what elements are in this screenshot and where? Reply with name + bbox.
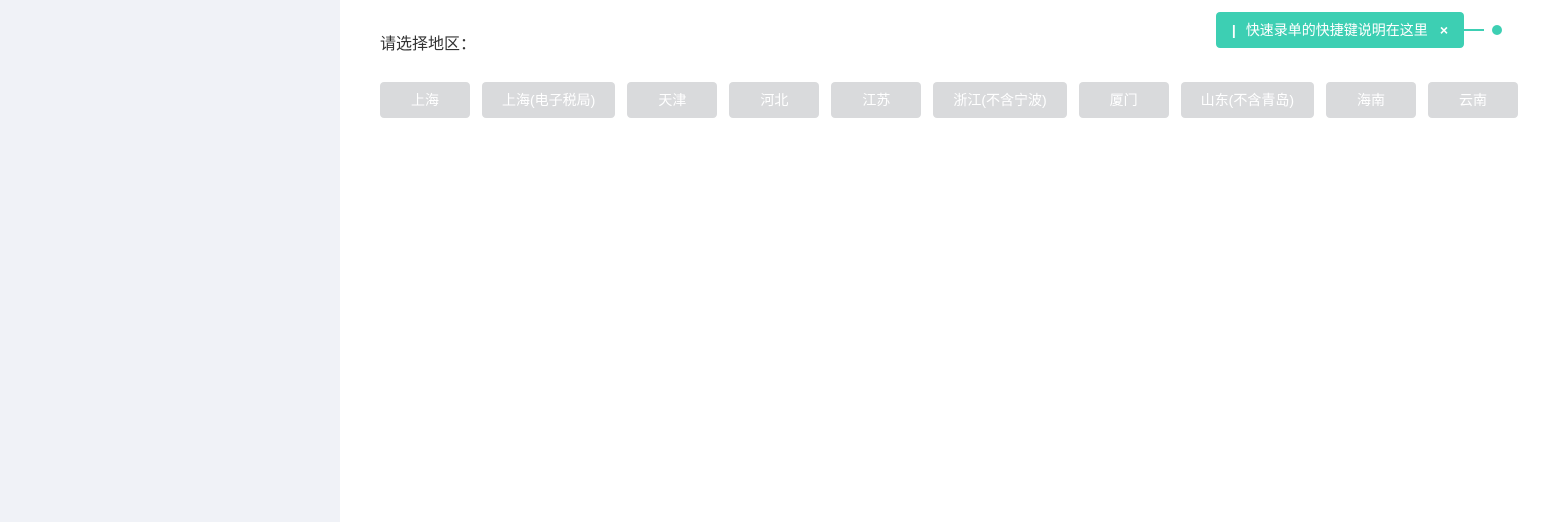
region-buttons-container: 上海上海(电子税局) 天津河北江苏浙江(不含宁波) 厦门山东(不含青岛) 海南云南 (380, 82, 1522, 118)
left-sidebar (0, 0, 340, 522)
region-button[interactable]: 云南 (1428, 82, 1518, 118)
region-button[interactable]: 海南 (1326, 82, 1416, 118)
region-button[interactable]: 江苏 (831, 82, 921, 118)
region-button[interactable]: 天津 (627, 82, 717, 118)
region-button[interactable]: 河北 (729, 82, 819, 118)
region-button[interactable]: 浙江(不含宁波) (933, 82, 1066, 118)
region-button[interactable]: 山东(不含青岛) (1181, 82, 1314, 118)
main-content: 请选择地区： 上海上海(电子税局)天津河北江苏浙江(不含宁波)厦门山东(不含青岛… (340, 0, 1562, 522)
region-button[interactable]: 厦门 (1079, 82, 1169, 118)
tooltip-container: 快速录单的快捷键说明在这里 × (1216, 12, 1502, 48)
tooltip-box: 快速录单的快捷键说明在这里 × (1216, 12, 1464, 48)
tooltip-dot (1492, 25, 1502, 35)
tooltip-connector (1464, 29, 1484, 31)
tooltip-close-button[interactable]: × (1440, 22, 1448, 38)
tooltip-text: 快速录单的快捷键说明在这里 (1246, 20, 1428, 40)
region-button[interactable]: 上海 (380, 82, 470, 118)
region-button[interactable]: 上海(电子税局) (482, 82, 615, 118)
